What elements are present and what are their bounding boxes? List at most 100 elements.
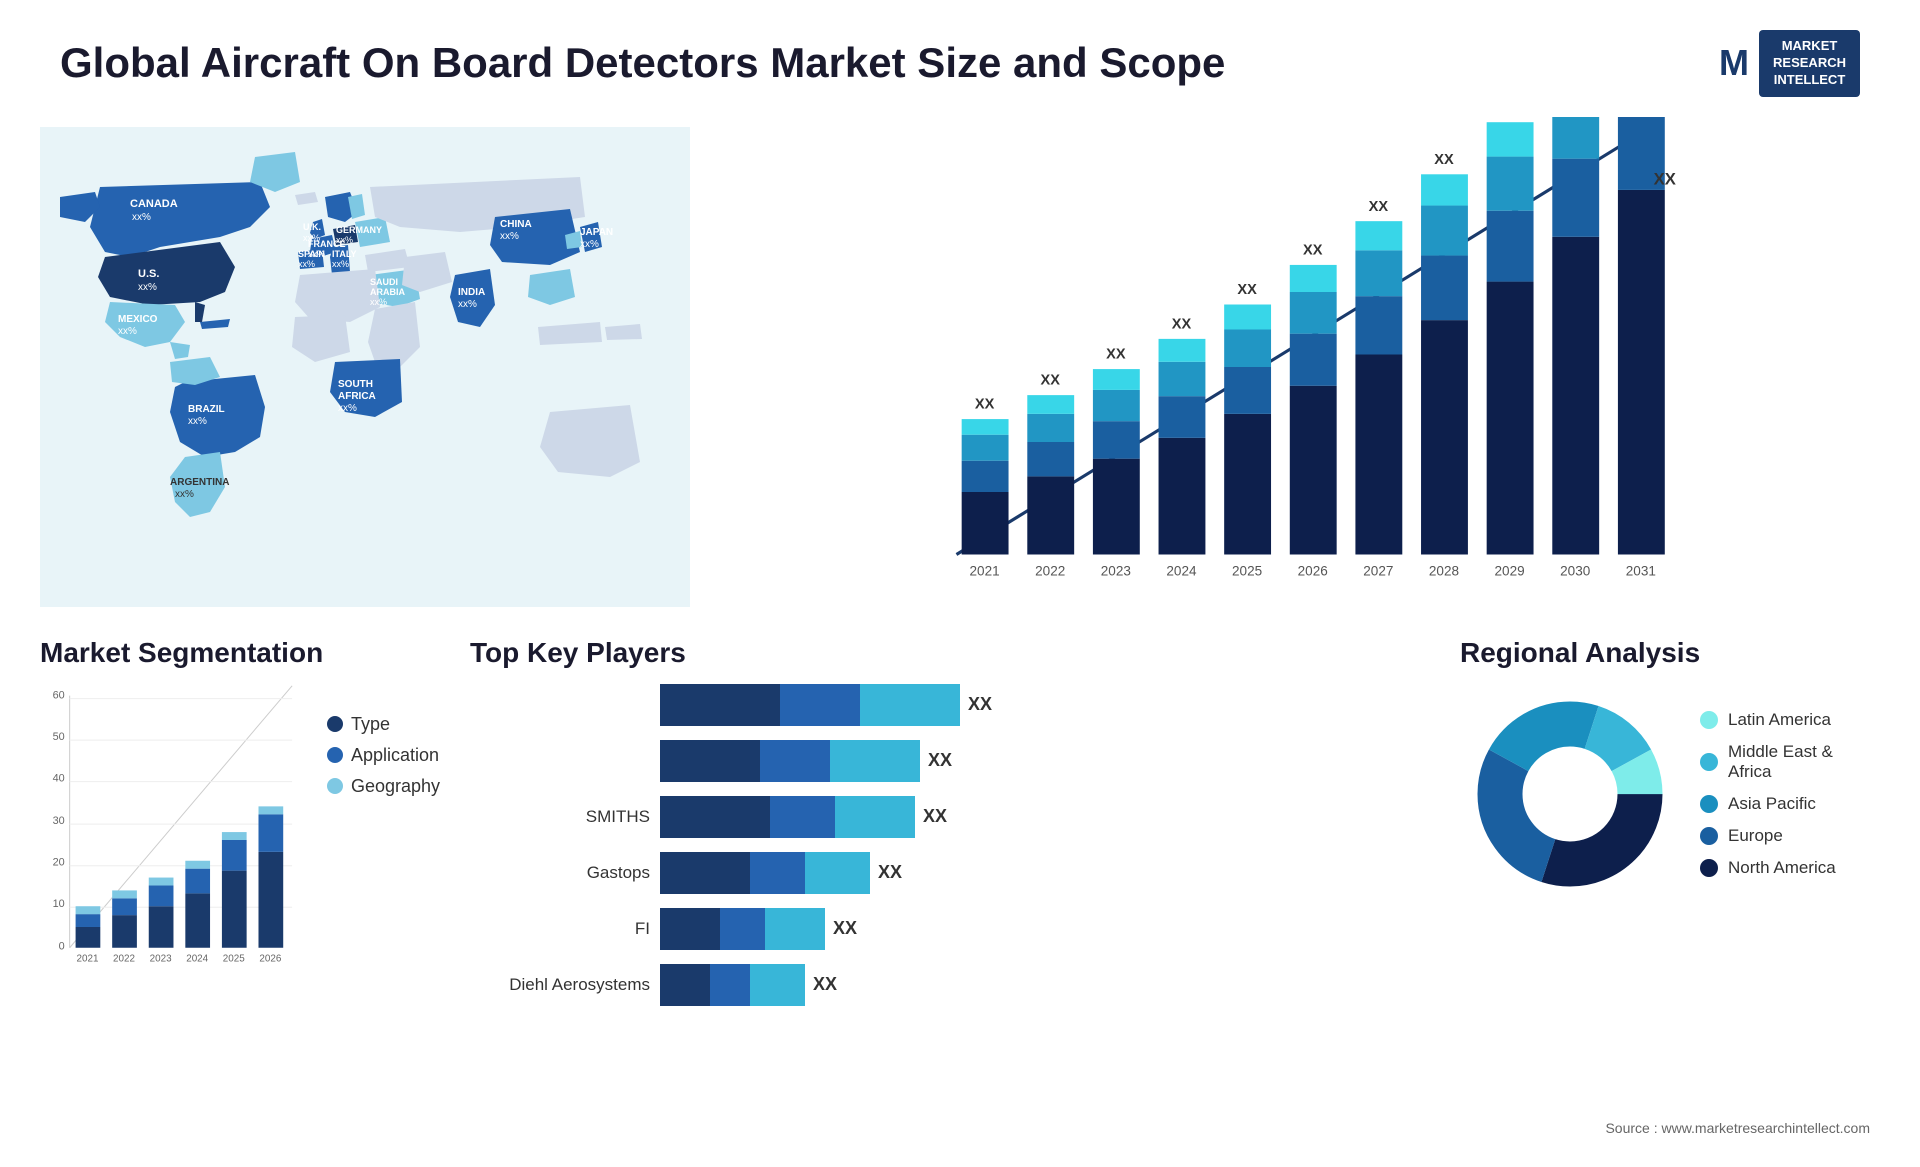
svg-text:XX: XX — [1303, 242, 1323, 258]
svg-text:2022: 2022 — [1035, 563, 1065, 578]
map-section: CANADA xx% U.S. xx% MEXICO xx% BRAZIL xx… — [40, 107, 690, 627]
svg-text:2023: 2023 — [150, 953, 172, 964]
latam-dot — [1700, 711, 1718, 729]
page-title: Global Aircraft On Board Detectors Marke… — [60, 39, 1225, 87]
player-name-gastops: Gastops — [470, 863, 650, 883]
players-section: Top Key Players XX — [470, 637, 1430, 1147]
bar-2021-seg4 — [962, 419, 1009, 435]
application-dot — [327, 747, 343, 763]
bottom-row: Market Segmentation 0 10 20 30 40 50 60 — [0, 627, 1920, 1167]
svg-text:60: 60 — [53, 689, 65, 701]
germany-label: GERMANY — [336, 225, 382, 235]
svg-text:2024: 2024 — [1166, 563, 1197, 578]
svg-text:2027: 2027 — [1363, 563, 1393, 578]
italy-label: ITALY — [332, 249, 357, 259]
svg-text:2026: 2026 — [1298, 563, 1328, 578]
svg-text:xx%: xx% — [175, 489, 194, 500]
svg-text:AFRICA: AFRICA — [338, 391, 376, 402]
svg-text:xx%: xx% — [580, 239, 599, 250]
player-bar-container-gastops: XX — [660, 852, 902, 894]
svg-text:XX: XX — [1369, 198, 1389, 214]
logo-box: MARKET RESEARCH INTELLECT — [1759, 30, 1860, 97]
geography-label: Geography — [351, 776, 440, 797]
svg-text:2021: 2021 — [76, 953, 98, 964]
bar-2021-year: 2021 — [970, 563, 1000, 578]
mexico-label: MEXICO — [118, 314, 158, 325]
player-name-fi: FI — [470, 919, 650, 939]
reg-legend-europe: Europe — [1700, 826, 1836, 846]
argentina-label: ARGENTINA — [170, 477, 229, 488]
svg-text:2028: 2028 — [1429, 563, 1459, 578]
reg-legend-mea: Middle East &Africa — [1700, 742, 1836, 782]
svg-text:2025: 2025 — [223, 953, 245, 964]
logo-line1: MARKET — [1773, 38, 1846, 55]
player-row-gastops: Gastops XX — [470, 852, 1430, 894]
na-label: North America — [1728, 858, 1836, 878]
bar-2021-seg2 — [962, 460, 1009, 491]
geography-dot — [327, 778, 343, 794]
player-bar-container-fi: XX — [660, 908, 857, 950]
logo-line2: RESEARCH — [1773, 55, 1846, 72]
svg-text:2023: 2023 — [1101, 563, 1131, 578]
uk-label: U.K. — [303, 222, 321, 232]
player-row-fi: FI XX — [470, 908, 1430, 950]
svg-text:xx%: xx% — [298, 259, 315, 269]
svg-text:2031: 2031 — [1626, 563, 1656, 578]
player-bar-1 — [660, 684, 960, 726]
japan-label: JAPAN — [580, 227, 613, 238]
players-chart: XX XX SMITHS — [470, 684, 1430, 1006]
southafrica-label: SOUTH — [338, 379, 373, 390]
legend-application: Application — [327, 745, 440, 766]
player-bar-gastops — [660, 852, 870, 894]
top-content: CANADA xx% U.S. xx% MEXICO xx% BRAZIL xx… — [0, 107, 1920, 627]
svg-text:XX: XX — [1040, 372, 1060, 388]
svg-text:XX: XX — [1106, 346, 1126, 362]
donut-chart — [1460, 684, 1680, 904]
reg-legend-na: North America — [1700, 858, 1836, 878]
svg-text:xx%: xx% — [370, 297, 387, 307]
svg-text:XX: XX — [1434, 152, 1454, 168]
bar-2021-seg1 — [962, 492, 1009, 555]
svg-text:XX: XX — [1172, 316, 1192, 332]
application-label: Application — [351, 745, 439, 766]
latam-label: Latin America — [1728, 710, 1831, 730]
reg-legend-latam: Latin America — [1700, 710, 1836, 730]
svg-text:xx%: xx% — [336, 235, 353, 245]
player-row-1: XX — [470, 684, 1430, 726]
player-xx-smiths: XX — [923, 806, 947, 827]
player-name-diehl: Diehl Aerosystems — [470, 975, 650, 995]
player-row-diehl: Diehl Aerosystems XX — [470, 964, 1430, 1006]
svg-text:2029: 2029 — [1495, 563, 1525, 578]
us-label: U.S. — [138, 268, 159, 280]
svg-text:2024: 2024 — [186, 953, 208, 964]
europe-label: Europe — [1728, 826, 1783, 846]
logo-area: M MARKET RESEARCH INTELLECT — [1719, 30, 1860, 97]
svg-text:20: 20 — [53, 856, 65, 868]
svg-text:ARABIA: ARABIA — [370, 287, 405, 297]
player-row-2: XX — [470, 740, 1430, 782]
player-bar-container-smiths: XX — [660, 796, 947, 838]
player-bar-diehl — [660, 964, 805, 1006]
bar-chart-section: XX 2021 XX 2022 XX 2023 XX 2024 — [710, 107, 1880, 627]
svg-text:0: 0 — [59, 940, 65, 952]
svg-text:xx%: xx% — [132, 212, 151, 223]
regional-title: Regional Analysis — [1460, 637, 1880, 669]
svg-text:xx%: xx% — [188, 416, 207, 427]
legend-type: Type — [327, 714, 440, 735]
player-bar-fi — [660, 908, 825, 950]
player-bar-container-1: XX — [660, 684, 992, 726]
player-bar-smiths — [660, 796, 915, 838]
player-bar-container-diehl: XX — [660, 964, 837, 1006]
regional-section: Regional Analysis — [1460, 637, 1880, 1147]
player-bar-2 — [660, 740, 920, 782]
india-label: INDIA — [458, 287, 485, 298]
svg-text:2022: 2022 — [113, 953, 135, 964]
player-xx-fi: XX — [833, 918, 857, 939]
legend-geography: Geography — [327, 776, 440, 797]
source-text: Source : www.marketresearchintellect.com — [1605, 1120, 1870, 1136]
saudi-label: SAUDI — [370, 277, 398, 287]
reg-legend-asia: Asia Pacific — [1700, 794, 1836, 814]
svg-text:xx%: xx% — [138, 282, 157, 293]
seg-chart-area: 0 10 20 30 40 50 60 — [40, 684, 440, 994]
svg-text:2026: 2026 — [259, 953, 281, 964]
